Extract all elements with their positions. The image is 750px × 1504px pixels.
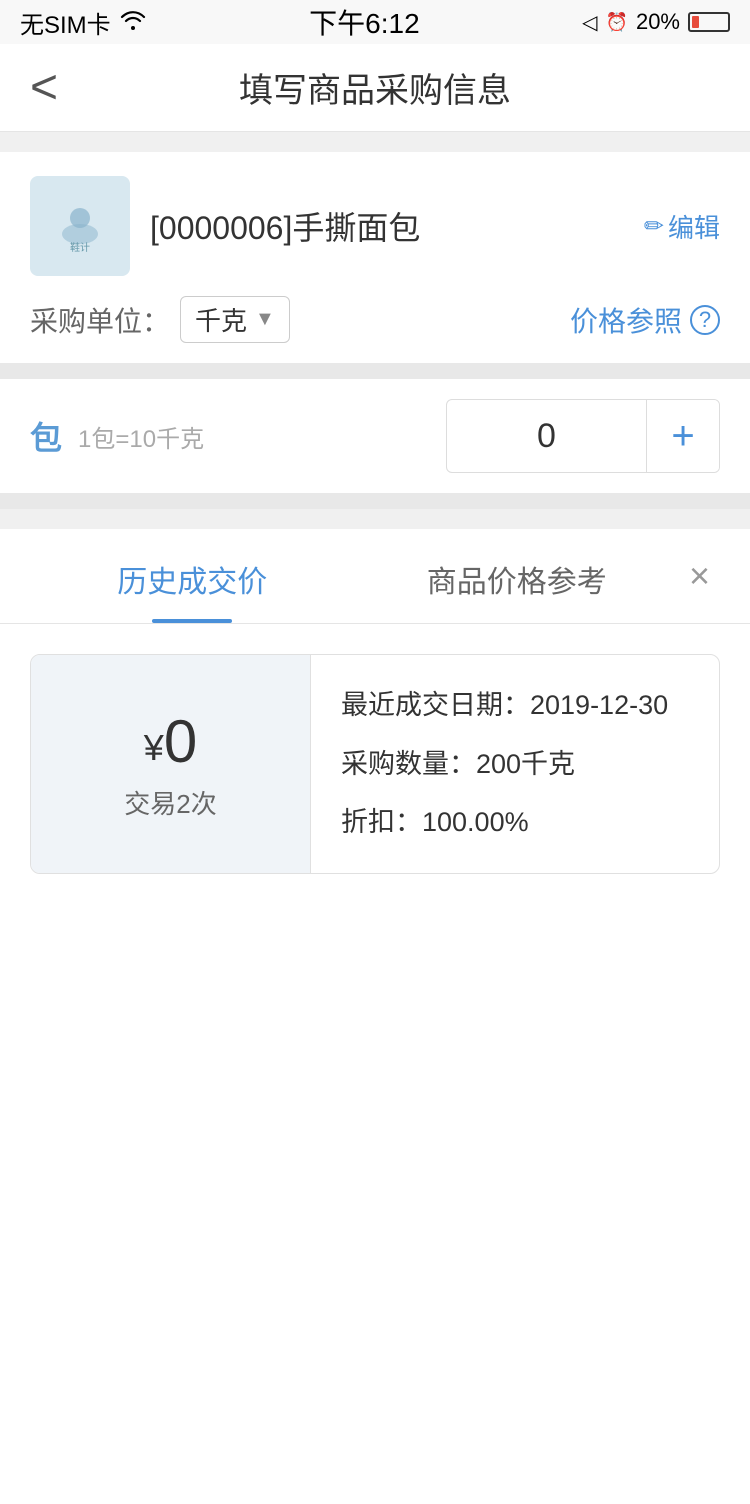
- history-content: ¥0 交易2次 最近成交日期：2019-12-30 采购数量：200千克 折扣：…: [0, 624, 750, 904]
- section-divider-2: [0, 493, 750, 509]
- discount-line: 折扣：100.00%: [341, 802, 689, 843]
- tab-close-button[interactable]: ×: [679, 535, 720, 617]
- purchase-qty-value: 200千克: [476, 749, 575, 779]
- product-unit-row: 采购单位： 千克 ▼ 价格参照 ?: [30, 296, 720, 343]
- discount-label: 折扣：: [341, 807, 422, 837]
- transaction-count: 交易2次: [124, 784, 216, 821]
- quantity-plus-button[interactable]: +: [647, 400, 719, 472]
- price-symbol: ¥: [144, 727, 164, 768]
- unit-value: 千克: [195, 301, 247, 338]
- status-bar: 无SIM卡 下午6:12 ◁ ⏰ 20%: [0, 0, 750, 44]
- edit-icon: ✏: [644, 212, 664, 241]
- page-rest: [0, 904, 750, 1504]
- price-ref-label: 价格参照: [570, 300, 682, 340]
- edit-label: 编辑: [668, 208, 720, 245]
- carrier-text: 无SIM卡: [20, 5, 111, 40]
- battery-icon: [688, 12, 730, 32]
- package-icon: 包: [30, 413, 62, 459]
- quantity-row: 包 1包=10千克 0 +: [0, 379, 750, 493]
- wifi-icon: [119, 8, 147, 37]
- product-left: 鞋计 [0000006]手撕面包: [30, 176, 420, 276]
- unit-select[interactable]: 千克 ▼: [180, 296, 290, 343]
- discount-value: 100.00%: [422, 807, 529, 837]
- tab-underline: [152, 619, 232, 623]
- battery-percent: 20%: [636, 9, 680, 35]
- tab-history-label: 历史成交价: [117, 566, 267, 599]
- purchase-qty-label: 采购数量：: [341, 749, 476, 779]
- status-time: 下午6:12: [309, 2, 420, 42]
- history-price-panel: ¥0 交易2次: [31, 655, 311, 873]
- nav-bar: < 填写商品采购信息: [0, 44, 750, 132]
- page-title: 填写商品采购信息: [239, 63, 511, 112]
- package-hint: 1包=10千克: [78, 419, 204, 454]
- edit-button[interactable]: ✏ 编辑: [644, 208, 720, 245]
- product-header: 鞋计 [0000006]手撕面包 ✏ 编辑: [30, 176, 720, 276]
- price-display: ¥0: [144, 707, 197, 776]
- purchase-qty-line: 采购数量：200千克: [341, 744, 689, 785]
- price-value: 0: [164, 708, 197, 775]
- tab-history-price[interactable]: 历史成交价: [30, 529, 354, 623]
- tab-product-price-ref[interactable]: 商品价格参考: [354, 529, 678, 623]
- tab-bar: 历史成交价 商品价格参考 ×: [0, 529, 750, 624]
- unit-label: 采购单位：: [30, 300, 170, 340]
- quantity-control: 0 +: [446, 399, 720, 473]
- unit-area: 采购单位： 千克 ▼: [30, 296, 290, 343]
- price-ref-question-icon: ?: [690, 305, 720, 335]
- product-name: [0000006]手撕面包: [150, 203, 420, 249]
- alarm-icon: ⏰: [606, 12, 628, 33]
- back-button[interactable]: <: [30, 64, 58, 112]
- unit-arrow-icon: ▼: [255, 308, 275, 331]
- recent-date-line: 最近成交日期：2019-12-30: [341, 685, 689, 726]
- status-right: ◁ ⏰ 20%: [582, 9, 730, 35]
- quantity-label: 包 1包=10千克: [30, 413, 204, 459]
- product-image: 鞋计: [30, 176, 130, 276]
- section-divider: [0, 363, 750, 379]
- quantity-display[interactable]: 0: [447, 400, 647, 472]
- history-card: ¥0 交易2次 最近成交日期：2019-12-30 采购数量：200千克 折扣：…: [30, 654, 720, 874]
- location-icon: ◁: [582, 10, 597, 35]
- recent-date-value: 2019-12-30: [530, 690, 668, 720]
- product-card: 鞋计 [0000006]手撕面包 ✏ 编辑 采购单位： 千克 ▼ 价格参照 ?: [0, 152, 750, 363]
- recent-date-label: 最近成交日期：: [341, 690, 530, 720]
- price-ref-button[interactable]: 价格参照 ?: [570, 300, 720, 340]
- svg-text:鞋计: 鞋计: [70, 241, 90, 254]
- history-detail-panel: 最近成交日期：2019-12-30 采购数量：200千克 折扣：100.00%: [311, 655, 719, 873]
- tab-product-ref-label: 商品价格参考: [427, 566, 607, 599]
- status-carrier: 无SIM卡: [20, 5, 147, 40]
